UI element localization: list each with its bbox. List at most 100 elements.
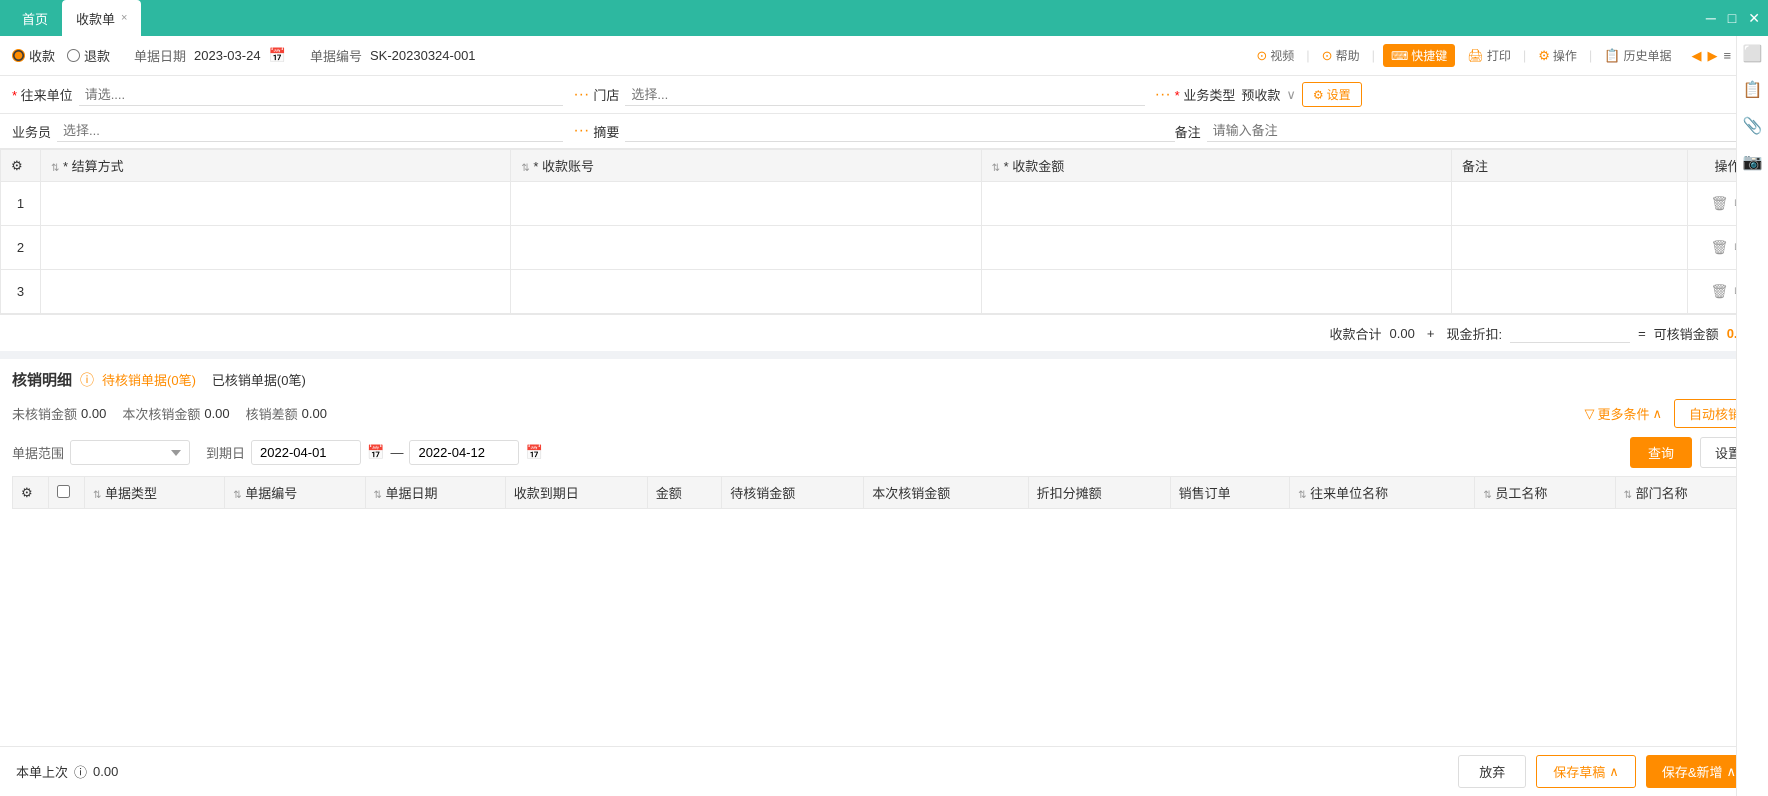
settings-button[interactable]: ⚙ 设置 (1302, 82, 1362, 107)
store-more-btn[interactable]: ··· (1151, 86, 1175, 104)
btable-party: ⇅ 往来单位名称 (1290, 477, 1475, 509)
footer-right: 放弃 保存草稿 ∧ 保存&新增 ∧ (1458, 755, 1752, 788)
table-row: 2 🗑 ⧉ (1, 226, 1768, 270)
row2-account[interactable] (511, 226, 981, 270)
close-window-icon[interactable]: ✕ (1748, 10, 1760, 27)
action-history[interactable]: 📋历史单据 (1600, 45, 1675, 66)
row1-amount[interactable] (981, 182, 1451, 226)
stat-diff-value: 0.00 (302, 406, 327, 421)
row3-delete-icon[interactable]: 🗑 (1711, 283, 1729, 300)
row3-settlement[interactable] (41, 270, 511, 314)
store-input[interactable] (625, 84, 1144, 106)
staff-input[interactable] (57, 120, 563, 142)
action-shortcut[interactable]: ⌨快捷键 (1383, 44, 1455, 67)
stat-uncancelled: 未核销金额 0.00 (12, 404, 106, 423)
tab-home[interactable]: 首页 (8, 0, 62, 36)
receipt-type-radio: 收款 退款 (12, 46, 110, 65)
tab-done[interactable]: 已核销单据(0笔) (212, 370, 306, 389)
date-value: 2023-03-24 (194, 48, 261, 63)
save-draft-btn[interactable]: 保存草稿 ∧ (1536, 755, 1636, 788)
btable-type: ⇅ 单据类型 (85, 477, 225, 509)
receipt-table: ⚙ ⇅ * 结算方式 ⇅ * 收款账号 ⇅ * 收款金额 备注 操作 1 (0, 149, 1768, 314)
table-gear-header[interactable]: ⚙ (1, 150, 41, 182)
due-date-label: 到期日 (206, 443, 245, 462)
btable-discount: 折扣分摊额 (1028, 477, 1170, 509)
biz-type-label: 业务类型 (1175, 85, 1236, 104)
range-select[interactable] (70, 440, 190, 465)
col-account: ⇅ * 收款账号 (511, 150, 981, 182)
select-all-checkbox[interactable] (57, 485, 70, 498)
abandon-btn[interactable]: 放弃 (1458, 755, 1526, 788)
chevron-up-icon: ∧ (1652, 406, 1662, 422)
counterparty-group: 往来单位 ··· (12, 84, 593, 106)
biz-type-arrow[interactable]: ∨ (1286, 87, 1296, 103)
biz-type-value: 预收款 (1241, 85, 1280, 104)
tab-receipt[interactable]: 收款单 × (62, 0, 141, 36)
stat-diff: 核销差额 0.00 (246, 404, 327, 423)
action-video[interactable]: ⊙视频 (1252, 45, 1298, 66)
row3-account[interactable] (511, 270, 981, 314)
list-view-icon[interactable]: ≡ (1724, 48, 1732, 63)
radio-refund[interactable]: 退款 (67, 46, 110, 65)
panel-doc-icon[interactable]: 📋 (1743, 80, 1763, 100)
row2-remark[interactable] (1451, 226, 1687, 270)
row1-settlement[interactable] (41, 182, 511, 226)
form-fields-row1: 往来单位 ··· 门店 ··· 业务类型 预收款 ∨ ⚙ 设置 (0, 76, 1768, 114)
query-btn[interactable]: 查询 (1630, 437, 1692, 468)
close-tab-icon[interactable]: × (121, 12, 127, 24)
date-label: 单据日期 (134, 46, 186, 65)
calendar-icon[interactable]: 📅 (269, 47, 286, 64)
table-summary: 收款合计 0.00 + 现金折扣: = 可核销金额 0.00 (0, 314, 1768, 351)
row2-amount[interactable] (981, 226, 1451, 270)
radio-receipt[interactable]: 收款 (12, 46, 55, 65)
filter-icon: ▽ (1584, 406, 1594, 422)
row2-settlement[interactable] (41, 226, 511, 270)
row1-remark[interactable] (1451, 182, 1687, 226)
tab-home-label: 首页 (22, 9, 48, 28)
summary-input[interactable] (625, 120, 1174, 142)
row2-delete-icon[interactable]: 🗑 (1711, 239, 1729, 256)
action-print[interactable]: 🖨打印 (1463, 45, 1515, 66)
btable-pending: 待核销金额 (722, 477, 864, 509)
verify-info-icon[interactable]: ⓘ (80, 370, 94, 390)
action-operate[interactable]: ⚙操作 (1534, 45, 1581, 66)
date-start-icon[interactable]: 📅 (367, 444, 384, 461)
remark-input[interactable] (1207, 120, 1756, 142)
counterparty-label: 往来单位 (12, 85, 73, 104)
current-info-icon[interactable]: ⓘ (74, 762, 87, 781)
btable-gear[interactable]: ⚙ (13, 477, 49, 509)
stat-this-cancel: 本次核销金额 0.00 (122, 404, 229, 423)
panel-scan-icon[interactable]: 📷 (1743, 152, 1763, 172)
staff-more-btn[interactable]: ··· (569, 122, 593, 140)
radio-refund-label: 退款 (84, 46, 110, 65)
minimize-icon[interactable]: ─ (1706, 10, 1716, 26)
tab-pending[interactable]: 待核销单据(0笔) (102, 370, 196, 389)
counterparty-input[interactable] (79, 84, 564, 106)
row3-amount[interactable] (981, 270, 1451, 314)
counterparty-more-btn[interactable]: ··· (569, 86, 593, 104)
section-divider (0, 351, 1768, 359)
date-end-icon[interactable]: 📅 (525, 444, 542, 461)
staff-group: 业务员 ··· (12, 120, 593, 142)
btable-due: 收款到期日 (505, 477, 647, 509)
discount-input[interactable] (1510, 323, 1630, 343)
panel-table-icon[interactable]: ⬜ (1743, 44, 1763, 64)
nav-next-icon[interactable]: ▶ (1708, 48, 1718, 64)
verify-title-row: 核销明细 ⓘ 待核销单据(0笔) 已核销单据(0笔) (12, 369, 1756, 390)
eq-sign: = (1638, 326, 1646, 341)
save-new-arrow-icon: ∧ (1726, 764, 1736, 780)
nav-prev-icon[interactable]: ◀ (1692, 48, 1702, 64)
row1-account[interactable] (511, 182, 981, 226)
store-label: 门店 (593, 85, 619, 104)
due-date-end[interactable]: 2022-04-12 (409, 440, 519, 465)
row1-delete-icon[interactable]: 🗑 (1711, 195, 1729, 212)
date-dash: — (390, 445, 403, 460)
due-date-start[interactable]: 2022-04-01 (251, 440, 361, 465)
more-conditions-btn[interactable]: ▽ 更多条件 ∧ (1584, 404, 1662, 423)
row3-remark[interactable] (1451, 270, 1687, 314)
maximize-icon[interactable]: □ (1728, 10, 1736, 26)
action-help[interactable]: ⊙帮助 (1318, 45, 1364, 66)
discount-label: 现金折扣: (1446, 324, 1502, 343)
remark-group: 备注 (1175, 120, 1756, 142)
panel-attach-icon[interactable]: 📎 (1743, 116, 1763, 136)
